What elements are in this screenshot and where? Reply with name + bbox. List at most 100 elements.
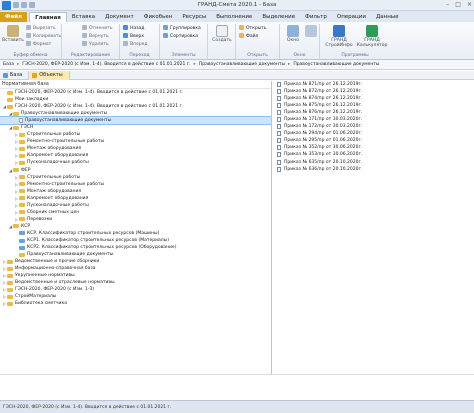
tree-node[interactable]: КСР1. Классификатор строительных ресурсо… — [0, 237, 271, 244]
tree-node-label: Пусконаладочные работы — [27, 202, 89, 208]
tab-5[interactable]: Ресурсы — [177, 12, 211, 22]
ribbon: Вставить Вырезать Копировать Формат Буфе… — [0, 22, 474, 60]
back-button[interactable]: Назад — [123, 25, 144, 32]
tree-node[interactable]: ▷ Сборник сметных цен — [0, 209, 271, 216]
tree-node[interactable]: ▷ Перевозки — [0, 216, 271, 223]
delete-button[interactable]: Удалить — [82, 41, 109, 48]
minimize-button[interactable]: – — [446, 1, 449, 8]
tab-8[interactable]: Фильтр — [300, 12, 332, 22]
tab-10[interactable]: Данные — [371, 12, 404, 22]
tree-node-label: Ремонтно-строительные работы — [27, 139, 105, 145]
list-item[interactable]: Приказ № 875/пр от 26.12.2019г. — [273, 102, 474, 109]
tree-node[interactable]: ▷ Библиотека сметчика — [0, 300, 271, 307]
tree-node[interactable]: ◢ ГЭСН-2020, ФЕР-2020 (с Изм. 1-4). Вводи… — [0, 103, 271, 110]
edit-group: Отменить Вернуть Удалить Редактирование — [62, 24, 120, 59]
tree-node-label: Монтаж оборудования — [27, 146, 82, 152]
format-button[interactable]: Формат — [26, 41, 51, 48]
tree-node-label: КСР — [21, 223, 31, 229]
document-icon — [277, 110, 281, 116]
breadcrumb-item[interactable]: ГЭСН-2020, ФЕР-2020 (с Изм. 1-4). Вводит… — [22, 62, 190, 67]
list-item-label: Приказ № 295/пр от 01.06.2020г. — [284, 138, 363, 144]
open-button[interactable]: Открыть — [239, 25, 267, 32]
tree-node-label: Пусконаладочные работы — [27, 160, 89, 166]
create-button[interactable]: Создать — [211, 25, 233, 43]
close-button[interactable]: × — [467, 1, 472, 8]
folder-icon — [7, 266, 13, 271]
list-item[interactable]: Приказ № 874/пр от 26.12.2019г. — [273, 95, 474, 102]
grand-calculator-button[interactable]: ГРАНД Калькулятор — [356, 25, 388, 48]
copy-button[interactable]: Копировать — [26, 33, 61, 40]
breadcrumb-item[interactable]: Правоустанавливающие документы — [199, 62, 285, 67]
tree-node[interactable]: ▷ Монтаж оборудования — [0, 145, 271, 152]
grouping-button[interactable]: Группировка — [163, 25, 201, 32]
tab-7[interactable]: Выделение — [257, 12, 300, 22]
tab-base[interactable]: База — [0, 71, 30, 80]
list-item[interactable]: Приказ № 635/пр от 20.10.2020г. — [273, 159, 474, 166]
tab-3[interactable]: Документ — [100, 12, 139, 22]
tab-6[interactable]: Выполнение — [211, 12, 257, 22]
tree-node[interactable]: ▷ Ведомственные и отраслевые нормативы — [0, 279, 271, 286]
stroyinfo-icon — [333, 25, 345, 37]
tree-node[interactable]: Правоустанавливающие документы — [0, 116, 271, 126]
cut-button[interactable]: Вырезать — [26, 25, 56, 32]
tree-node[interactable]: ▷ Пусконаладочные работы — [0, 202, 271, 209]
tree-node[interactable]: ◢ ГЭСН — [0, 124, 271, 131]
list-item-label: Приказ № 876/пр от 26.12.2019г. — [284, 110, 363, 116]
tree-node[interactable]: ▷ ГЭСН-2020, ФЕР-2020 (с Изм. 1-3) — [0, 286, 271, 293]
list-item[interactable]: Приказ № 353/пр от 30.06.2020г. — [273, 151, 474, 158]
tree-node[interactable]: ▷ Капремонт оборудования — [0, 152, 271, 159]
tree-node[interactable]: ▷ Капремонт оборудования — [0, 195, 271, 202]
list-item[interactable]: Приказ № 871/пр от 26.12.2019г. — [273, 81, 474, 88]
tree-node[interactable]: ГЭСН-2020, ФЕР-2020 (с Изм. 1-4). Вводит… — [0, 89, 271, 96]
tree-node[interactable]: КСР. Классификатор строительных ресурсов… — [0, 230, 271, 237]
clipboard-icon — [7, 25, 19, 37]
breadcrumb-item[interactable]: База — [3, 62, 14, 67]
tree-node[interactable]: ▷ Монтаж оборудования — [0, 188, 271, 195]
tree-node[interactable]: ▷ Ремонтно-строительные работы — [0, 181, 271, 188]
document-icon — [277, 145, 281, 151]
tab-4[interactable]: Фикобьен — [139, 12, 178, 22]
list-item[interactable]: Приказ № 172/пр от 30.03.2020г. — [273, 123, 474, 130]
tree-node[interactable]: ◢ КСР — [0, 223, 271, 230]
tree-node[interactable]: КСР2. Классификатор строительных ресурсо… — [0, 244, 271, 251]
tree-node[interactable]: Мои закладки — [0, 96, 271, 103]
tree-node[interactable]: ▷ Пусконаладочные работы — [0, 159, 271, 166]
up-button[interactable]: Вверх — [123, 33, 144, 40]
tree-node[interactable]: ▷ Строительные работы — [0, 131, 271, 138]
tree-node[interactable]: ▷ Информационно-справочная база — [0, 265, 271, 272]
tab-1[interactable]: Главная — [29, 12, 67, 22]
tree-node[interactable]: ▷ Строительные работы — [0, 174, 271, 181]
tree-node-label: Ведомственные и прочие сборники — [15, 259, 100, 265]
tab-objects[interactable]: Объекты — [29, 71, 70, 80]
grand-stroyinfo-button[interactable]: ГРАНД СтройИнфо — [324, 25, 354, 48]
tree-node[interactable]: ▷ Ремонтно-строительные работы — [0, 138, 271, 145]
tab-2[interactable]: Вставка — [67, 12, 100, 22]
window-options-button[interactable] — [300, 25, 322, 38]
tree-node[interactable]: Правоустанавливающие документы — [0, 251, 271, 258]
tree-node[interactable]: ▷ СтройМатериалы — [0, 293, 271, 300]
undo-button[interactable]: Отменить — [82, 25, 112, 32]
tree-node[interactable]: ▷ Ведомственные и прочие сборники — [0, 258, 271, 265]
list-item[interactable]: Приказ № 876/пр от 26.12.2019г. — [273, 109, 474, 116]
tree-node[interactable]: ▷ Укрупненные нормативы — [0, 272, 271, 279]
file-button[interactable]: Файл — [239, 33, 258, 40]
breadcrumb-item[interactable]: Правоустанавливающие документы — [293, 62, 379, 67]
list-item[interactable]: Приказ № 295/пр от 01.06.2020г. — [273, 137, 474, 144]
paste-button[interactable]: Вставить — [2, 25, 24, 43]
tab-9[interactable]: Операции — [332, 12, 371, 22]
forward-button[interactable]: Вперед — [123, 41, 148, 48]
list-item[interactable]: Приказ № 294/пр от 01.06.2020г. — [273, 130, 474, 137]
list-item[interactable]: Приказ № 872/пр от 26.12.2019г. — [273, 88, 474, 95]
sort-icon — [163, 33, 168, 38]
list-item[interactable]: Приказ № 171/пр от 30.03.2020г. — [273, 116, 474, 123]
tree-node-label: Библиотека сметчика — [15, 301, 67, 307]
redo-button[interactable]: Вернуть — [82, 33, 109, 40]
list-item[interactable]: Приказ № 352/пр от 30.06.2020г. — [273, 144, 474, 151]
maximize-button[interactable]: □ — [455, 1, 461, 8]
tree-node[interactable]: ◢ ФЕР — [0, 167, 271, 174]
sort-button[interactable]: Сортировка — [163, 33, 198, 40]
tab-0[interactable]: Файл — [0, 12, 28, 22]
list-item[interactable]: Приказ № 636/пр от 20.10.2020г. — [273, 166, 474, 173]
documents-list-pane: Приказ № 871/пр от 26.12.2019г. Приказ № … — [273, 81, 474, 374]
tree-node[interactable]: ◢ Правоустанавливающие документы — [0, 110, 271, 117]
